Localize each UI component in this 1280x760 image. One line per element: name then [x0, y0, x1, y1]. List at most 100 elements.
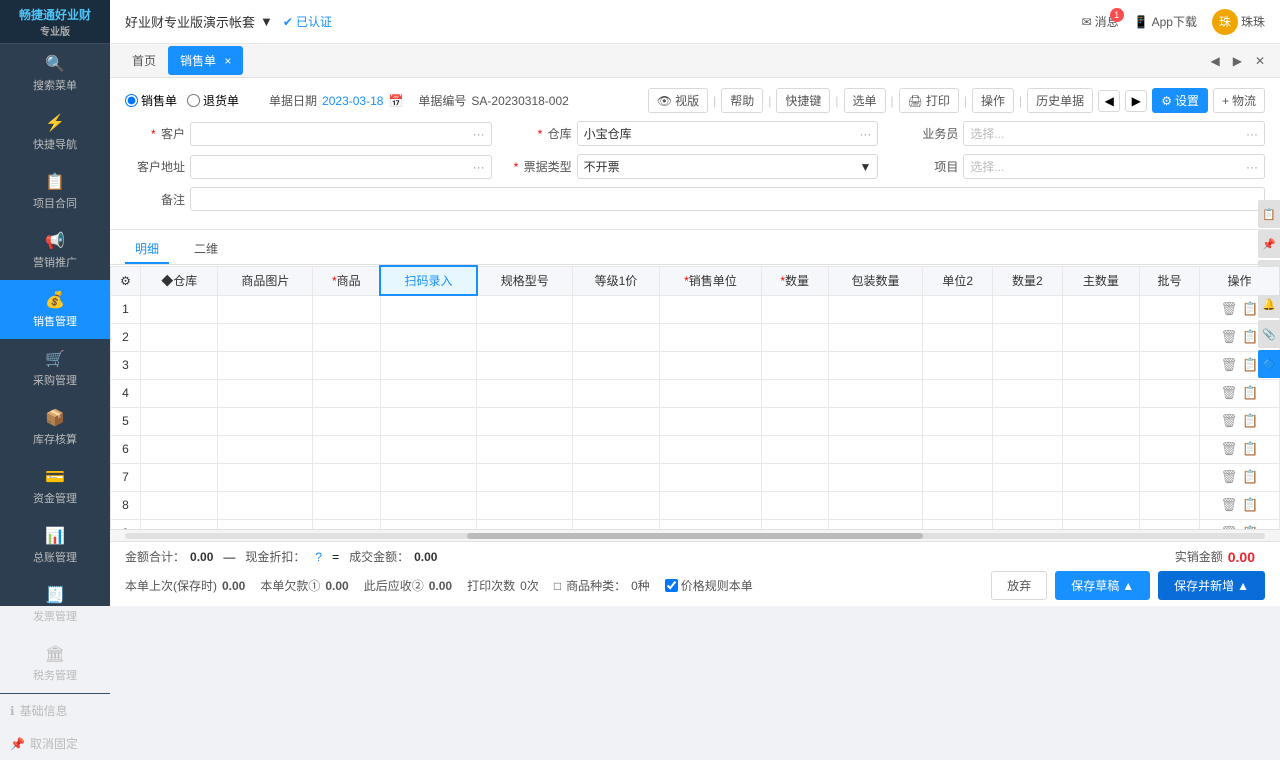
- col-spec: 规格型号: [477, 266, 573, 295]
- warehouse-group: * 仓库 小宝仓库 ···: [512, 121, 879, 146]
- tab-sales[interactable]: 销售单 ×: [168, 46, 243, 75]
- app-subtitle: 专业版: [40, 23, 70, 38]
- right-panel-btn-1[interactable]: 📋: [1258, 200, 1280, 228]
- toolbar-view[interactable]: 👁视版: [648, 88, 708, 113]
- sidebar-item-search[interactable]: 🔍 搜索菜单: [0, 44, 110, 103]
- table-row: 7🗑📋: [111, 463, 1280, 491]
- table-row: 6🗑📋: [111, 435, 1280, 463]
- save-new-button[interactable]: 保存并新增 ▲: [1158, 571, 1265, 600]
- tab-detail[interactable]: 明细: [125, 235, 169, 264]
- delete-icon[interactable]: 🗑: [1221, 301, 1238, 317]
- copy-icon[interactable]: 📋: [1242, 441, 1258, 457]
- copy-icon[interactable]: 📋: [1242, 329, 1258, 345]
- toolbar-next[interactable]: ▶: [1125, 90, 1147, 112]
- tab-home[interactable]: 首页: [120, 46, 168, 75]
- toolbar-operation[interactable]: 操作: [972, 88, 1014, 113]
- project-input[interactable]: 选择... ···: [963, 154, 1265, 179]
- company-select[interactable]: 好业财专业版演示帐套 ▼: [125, 12, 273, 31]
- tab-prev-icon[interactable]: ◀: [1205, 52, 1224, 70]
- data-table-wrapper[interactable]: ⚙ ◆仓库 商品图片 *商品 扫码录入 规格型号 等级1价 *销售单位 *数量 …: [110, 265, 1280, 529]
- message-button[interactable]: ✉ 消息 1: [1082, 13, 1119, 30]
- print-label: 打印次数: [467, 577, 515, 594]
- scrollbar-thumb[interactable]: [467, 533, 923, 539]
- user-menu[interactable]: 珠 珠珠: [1212, 9, 1265, 35]
- tab-next-icon[interactable]: ▶: [1228, 52, 1247, 70]
- tab-two-dim[interactable]: 二维: [184, 235, 228, 264]
- row-5-actions: 🗑📋: [1208, 413, 1271, 429]
- toolbar-print[interactable]: 🖨打印: [899, 88, 959, 113]
- copy-icon[interactable]: 📋: [1242, 385, 1258, 401]
- toolbar-select[interactable]: 选单: [844, 88, 886, 113]
- invoice-select[interactable]: 不开票 ▼: [577, 154, 879, 179]
- tab-close-all-icon[interactable]: ✕: [1250, 52, 1270, 70]
- toolbar-shortcut[interactable]: 快捷键: [776, 88, 830, 113]
- setup-button[interactable]: ⚙ 设置: [1152, 88, 1208, 113]
- toolbar-help[interactable]: 帮助: [721, 88, 763, 113]
- toolbar-div-2: |: [768, 94, 771, 108]
- copy-icon[interactable]: 📋: [1242, 357, 1258, 373]
- sidebar-item-accounting[interactable]: 📊 总账管理: [0, 516, 110, 575]
- save-new-dropdown-icon[interactable]: ▲: [1237, 579, 1249, 593]
- customer-input[interactable]: ···: [190, 122, 492, 146]
- delete-icon[interactable]: 🗑: [1221, 357, 1238, 373]
- radio-sale-input[interactable]: [125, 94, 138, 107]
- delete-icon[interactable]: 🗑: [1221, 469, 1238, 485]
- address-input[interactable]: ···: [190, 155, 492, 179]
- question-icon[interactable]: ?: [315, 550, 322, 564]
- right-panel-btn-2[interactable]: 📌: [1258, 230, 1280, 258]
- right-panel-btn-5[interactable]: 📎: [1258, 320, 1280, 348]
- goods-button[interactable]: + 物流: [1213, 88, 1265, 113]
- prev-balance-value: 0.00: [222, 579, 245, 593]
- horizontal-scrollbar[interactable]: [110, 529, 1280, 541]
- right-panel-btn-6[interactable]: 🔷: [1258, 350, 1280, 378]
- sidebar-cancel-fixed[interactable]: 📌 取消固定: [0, 727, 110, 760]
- sidebar-item-inventory[interactable]: 📦 库存核算: [0, 398, 110, 457]
- delete-icon[interactable]: 🗑: [1221, 413, 1238, 429]
- price-rule-input[interactable]: [665, 579, 678, 592]
- sidebar-item-sales[interactable]: 💰 销售管理: [0, 280, 110, 339]
- sidebar-item-quick[interactable]: ⚡ 快捷导航: [0, 103, 110, 162]
- radio-return[interactable]: 退货单: [187, 92, 239, 109]
- warehouse-input[interactable]: 小宝仓库 ···: [577, 121, 879, 146]
- app-download-button[interactable]: 📱 App下载: [1134, 13, 1197, 30]
- save-draft-dropdown-icon[interactable]: ▲: [1122, 579, 1134, 593]
- row-6-actions: 🗑📋: [1208, 441, 1271, 457]
- salesperson-more-icon: ···: [1246, 127, 1258, 141]
- sidebar-item-purchase[interactable]: 🛒 采购管理: [0, 339, 110, 398]
- topbar-right: ✉ 消息 1 📱 App下载 珠 珠珠: [1082, 9, 1265, 35]
- delete-icon[interactable]: 🗑: [1221, 385, 1238, 401]
- abandon-button[interactable]: 放弃: [991, 571, 1047, 600]
- copy-icon[interactable]: 📋: [1242, 497, 1258, 513]
- save-draft-button[interactable]: 保存草稿 ▲: [1055, 571, 1150, 600]
- radio-sale[interactable]: 销售单: [125, 92, 177, 109]
- radio-return-input[interactable]: [187, 94, 200, 107]
- sidebar-item-invoice[interactable]: 🧾 发票管理: [0, 575, 110, 634]
- date-value[interactable]: 2023-03-18: [322, 94, 383, 108]
- sidebar-item-finance[interactable]: 💳 资金管理: [0, 457, 110, 516]
- field-row-remark: 备注: [125, 187, 1265, 211]
- tab-close-icon[interactable]: ×: [224, 54, 231, 68]
- deal-label: 成交金额：: [349, 548, 409, 565]
- copy-icon[interactable]: 📋: [1242, 469, 1258, 485]
- sidebar-item-basic[interactable]: ℹ 基础信息: [0, 694, 110, 727]
- salesperson-input[interactable]: 选择... ···: [963, 121, 1265, 146]
- view-icon: 👁: [657, 94, 672, 108]
- copy-icon[interactable]: 📋: [1242, 301, 1258, 317]
- delete-icon[interactable]: 🗑: [1221, 329, 1238, 345]
- receivable-value: 0.00: [429, 579, 452, 593]
- toolbar-prev[interactable]: ◀: [1098, 90, 1120, 112]
- order-no-value[interactable]: SA-20230318-002: [471, 94, 568, 108]
- app-name: 畅捷通好业财: [19, 6, 91, 23]
- copy-icon[interactable]: 📋: [1242, 413, 1258, 429]
- sidebar-item-tax[interactable]: 🏛 税务管理: [0, 634, 110, 693]
- calendar-icon[interactable]: 📅: [388, 94, 403, 108]
- col-settings[interactable]: ⚙: [111, 266, 141, 295]
- sidebar-item-marketing[interactable]: 📢 营销推广: [0, 221, 110, 280]
- toolbar-history[interactable]: 历史单据: [1027, 88, 1093, 113]
- col-scan[interactable]: 扫码录入: [380, 266, 476, 295]
- sidebar-item-project[interactable]: 📋 项目合同: [0, 162, 110, 221]
- delete-icon[interactable]: 🗑: [1221, 441, 1238, 457]
- price-rule-checkbox[interactable]: 价格规则本单: [665, 577, 753, 594]
- remark-input[interactable]: [190, 187, 1265, 211]
- delete-icon[interactable]: 🗑: [1221, 497, 1238, 513]
